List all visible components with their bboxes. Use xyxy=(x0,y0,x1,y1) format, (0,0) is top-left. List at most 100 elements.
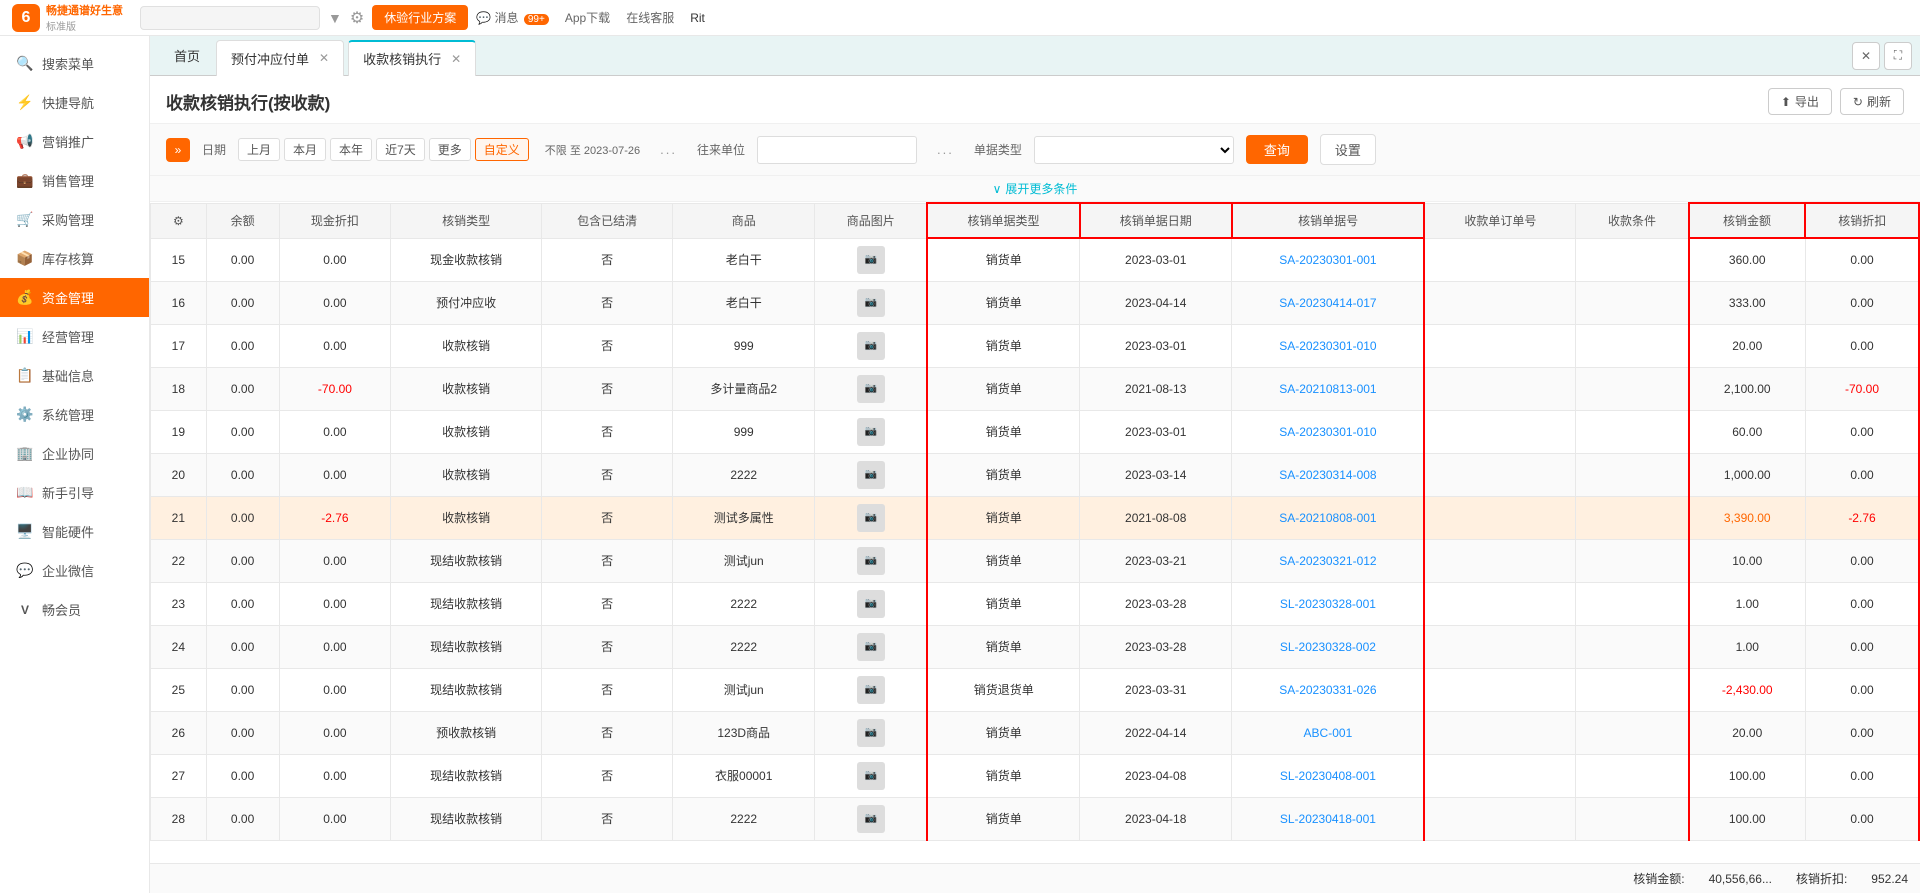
refresh-button[interactable]: ↻ 刷新 xyxy=(1840,88,1904,115)
user-name[interactable]: Rit xyxy=(690,11,705,25)
sidebar-item-purchase[interactable]: 🛒 采购管理 xyxy=(0,200,149,239)
tab-receipt[interactable]: 收款核销执行 ✕ xyxy=(348,40,476,76)
online-service-link[interactable]: 在线客服 xyxy=(626,9,674,26)
row-receipt-order-no xyxy=(1424,410,1575,453)
row-cash-discount: 0.00 xyxy=(279,797,391,840)
writeoff-no-link[interactable]: SA-20230301-010 xyxy=(1279,339,1376,353)
sidebar-item-operation[interactable]: 📊 经营管理 xyxy=(0,317,149,356)
sidebar-item-base[interactable]: 📋 基础信息 xyxy=(0,356,149,395)
row-writeoff-no[interactable]: SL-20230328-001 xyxy=(1232,582,1425,625)
col-settings[interactable]: ⚙ xyxy=(151,203,207,238)
sidebar-item-corp[interactable]: 🏢 企业协同 xyxy=(0,434,149,473)
trading-partner-label: 往来单位 xyxy=(697,141,745,158)
sidebar-item-search[interactable]: 🔍 搜索菜单 xyxy=(0,44,149,83)
sidebar-item-wechat[interactable]: 💬 企业微信 xyxy=(0,551,149,590)
tab-prepay-close[interactable]: ✕ xyxy=(319,51,329,65)
sidebar-item-finance[interactable]: 💰 资金管理 xyxy=(0,278,149,317)
row-writeoff-no[interactable]: SA-20230314-008 xyxy=(1232,453,1425,496)
row-include-settled: 否 xyxy=(541,496,672,539)
col-receipt-condition: 收款条件 xyxy=(1576,203,1689,238)
col-include-settled: 包含已结清 xyxy=(541,203,672,238)
col-receipt-order-no: 收款单订单号 xyxy=(1424,203,1575,238)
row-goods: 999 xyxy=(673,324,815,367)
main-layout: 🔍 搜索菜单 ⚡ 快捷导航 📢 营销推广 💼 销售管理 🛒 采购管理 📦 库存核… xyxy=(0,36,1920,893)
row-writeoff-no[interactable]: SA-20230414-017 xyxy=(1232,281,1425,324)
voucher-type-select[interactable] xyxy=(1034,136,1234,164)
date-btn-this-month[interactable]: 本月 xyxy=(284,138,326,161)
writeoff-no-link[interactable]: SL-20230408-001 xyxy=(1280,769,1376,783)
goods-img-cell: 📷 xyxy=(815,238,928,281)
writeoff-no-link[interactable]: SA-20230301-010 xyxy=(1279,425,1376,439)
row-writeoff-no[interactable]: ABC-001 xyxy=(1232,711,1425,754)
query-button[interactable]: 查询 xyxy=(1246,135,1308,164)
goods-img-cell: 📷 xyxy=(815,625,928,668)
date-btn-more[interactable]: 更多 xyxy=(429,138,471,161)
writeoff-no-link[interactable]: SL-20230328-001 xyxy=(1280,597,1376,611)
sidebar-item-member[interactable]: V 畅会员 xyxy=(0,590,149,629)
writeoff-no-link[interactable]: SA-20230301-001 xyxy=(1279,253,1376,267)
settings-button[interactable]: 设置 xyxy=(1320,134,1376,165)
row-receipt-condition xyxy=(1576,711,1689,754)
tab-fullscreen-button[interactable]: ⛶ xyxy=(1884,42,1912,70)
expand-conditions-btn[interactable]: ∨ 展开更多条件 xyxy=(993,180,1078,197)
top-search-input[interactable] xyxy=(140,6,320,30)
tab-receipt-close[interactable]: ✕ xyxy=(451,52,461,66)
writeoff-no-link[interactable]: ABC-001 xyxy=(1304,726,1353,740)
row-writeoff-voucher-type: 销货单 xyxy=(927,281,1079,324)
row-no: 22 xyxy=(151,539,207,582)
sidebar-item-shortcut[interactable]: ⚡ 快捷导航 xyxy=(0,83,149,122)
table-container[interactable]: ⚙ 余额 现金折扣 核销类型 包含已结清 商品 商品图片 核销单据类型 核销单据… xyxy=(150,202,1920,863)
table-row: 16 0.00 0.00 预付冲应收 否 老白干 📷 销货单 2023-04-1… xyxy=(151,281,1920,324)
writeoff-no-link[interactable]: SA-20230331-026 xyxy=(1279,683,1376,697)
writeoff-no-link[interactable]: SA-20210813-001 xyxy=(1279,382,1376,396)
app-download-link[interactable]: App下载 xyxy=(565,9,610,26)
sidebar-item-system[interactable]: ⚙️ 系统管理 xyxy=(0,395,149,434)
search-dropdown-icon[interactable]: ▼ xyxy=(328,10,342,26)
row-writeoff-date: 2023-03-31 xyxy=(1080,668,1232,711)
sidebar-item-guide[interactable]: 📖 新手引导 xyxy=(0,473,149,512)
writeoff-no-link[interactable]: SL-20230418-001 xyxy=(1280,812,1376,826)
row-writeoff-voucher-type: 销货单 xyxy=(927,754,1079,797)
tab-home[interactable]: 首页 xyxy=(158,36,216,76)
date-btn-last-month[interactable]: 上月 xyxy=(238,138,280,161)
row-writeoff-voucher-type: 销货单 xyxy=(927,582,1079,625)
row-writeoff-no[interactable]: SL-20230418-001 xyxy=(1232,797,1425,840)
table-row: 20 0.00 0.00 收款核销 否 2222 📷 销货单 2023-03-1… xyxy=(151,453,1920,496)
date-btn-7days[interactable]: 近7天 xyxy=(376,138,425,161)
tab-close-button[interactable]: ✕ xyxy=(1852,42,1880,70)
industry-solution-button[interactable]: 休验行业方案 xyxy=(372,5,468,30)
date-btn-custom[interactable]: 自定义 xyxy=(475,138,529,161)
row-balance: 0.00 xyxy=(206,668,279,711)
tab-prepay[interactable]: 预付冲应付单 ✕ xyxy=(216,40,344,76)
sidebar-item-hardware[interactable]: 🖥️ 智能硬件 xyxy=(0,512,149,551)
row-no: 16 xyxy=(151,281,207,324)
filter-collapse-button[interactable]: » xyxy=(166,138,190,162)
row-writeoff-no[interactable]: SA-20230301-010 xyxy=(1232,324,1425,367)
settings-gear-icon[interactable]: ⚙ xyxy=(350,8,364,28)
writeoff-no-link[interactable]: SA-20230321-012 xyxy=(1279,554,1376,568)
row-writeoff-no[interactable]: SA-20230331-026 xyxy=(1232,668,1425,711)
sidebar-item-marketing[interactable]: 📢 营销推广 xyxy=(0,122,149,161)
row-writeoff-no[interactable]: SA-20210813-001 xyxy=(1232,367,1425,410)
sidebar-item-inventory[interactable]: 📦 库存核算 xyxy=(0,239,149,278)
writeoff-no-link[interactable]: SA-20210808-001 xyxy=(1279,511,1376,525)
table-settings-icon[interactable]: ⚙ xyxy=(173,214,184,228)
row-writeoff-no[interactable]: SA-20230301-010 xyxy=(1232,410,1425,453)
message-icon-area[interactable]: 💬 消息 99+ xyxy=(476,9,549,26)
row-writeoff-no[interactable]: SA-20210808-001 xyxy=(1232,496,1425,539)
sidebar-label-system: 系统管理 xyxy=(42,405,94,424)
row-writeoff-no[interactable]: SA-20230321-012 xyxy=(1232,539,1425,582)
writeoff-no-link[interactable]: SL-20230328-002 xyxy=(1280,640,1376,654)
row-writeoff-no[interactable]: SA-20230301-001 xyxy=(1232,238,1425,281)
row-writeoff-no[interactable]: SL-20230408-001 xyxy=(1232,754,1425,797)
trading-partner-input[interactable] xyxy=(757,136,917,164)
export-button[interactable]: ⬆ 导出 xyxy=(1768,88,1832,115)
sidebar-item-sales[interactable]: 💼 销售管理 xyxy=(0,161,149,200)
row-receipt-condition xyxy=(1576,625,1689,668)
writeoff-no-link[interactable]: SA-20230314-008 xyxy=(1279,468,1376,482)
row-cash-discount: 0.00 xyxy=(279,754,391,797)
row-writeoff-no[interactable]: SL-20230328-002 xyxy=(1232,625,1425,668)
table-body: 15 0.00 0.00 现金收款核销 否 老白干 📷 销货单 2023-03-… xyxy=(151,238,1920,840)
date-btn-this-year[interactable]: 本年 xyxy=(330,138,372,161)
writeoff-no-link[interactable]: SA-20230414-017 xyxy=(1279,296,1376,310)
